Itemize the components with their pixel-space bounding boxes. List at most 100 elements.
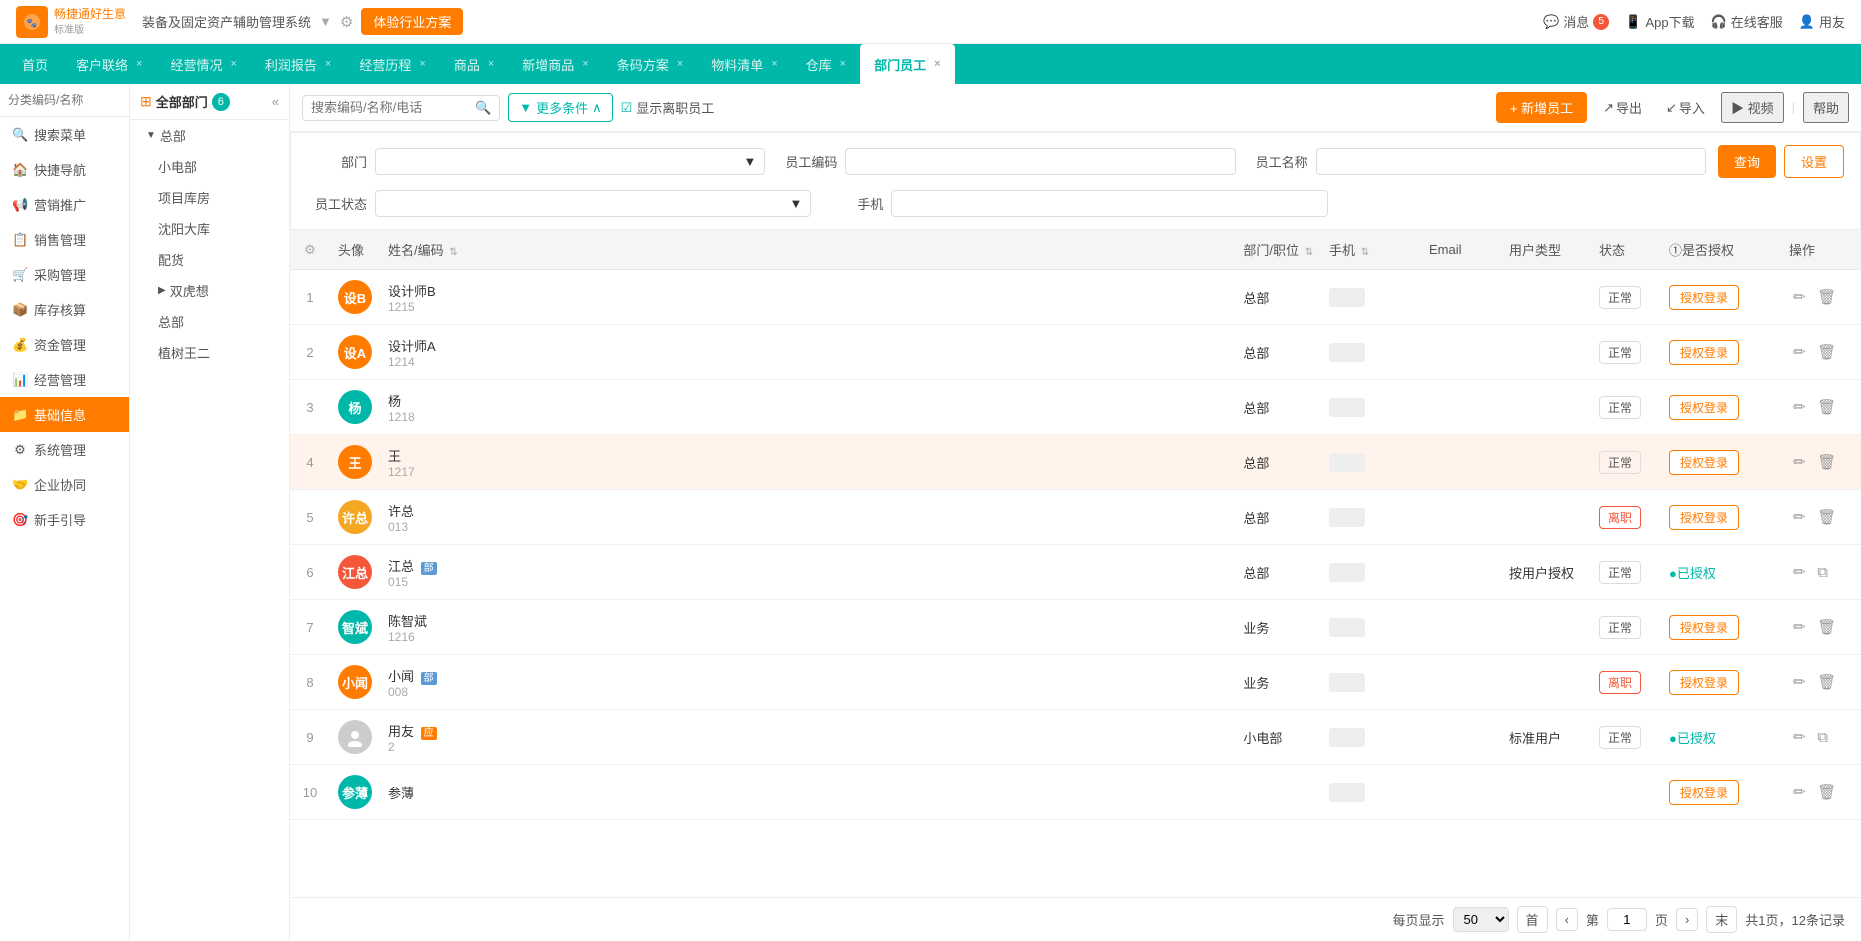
delete-btn[interactable]: 🗑 bbox=[1813, 671, 1840, 693]
edit-btn[interactable]: ✏ bbox=[1789, 616, 1810, 638]
dropdown-icon[interactable]: ▼ bbox=[319, 14, 332, 29]
sidebar-search-input[interactable] bbox=[8, 93, 130, 107]
auth-login-btn[interactable]: 授权登录 bbox=[1669, 505, 1739, 530]
edit-btn[interactable]: ✏ bbox=[1789, 781, 1810, 803]
close-profit-tab[interactable]: × bbox=[325, 58, 331, 70]
delete-btn[interactable]: 🗑 bbox=[1813, 286, 1840, 308]
next-page-btn[interactable]: › bbox=[1676, 908, 1698, 931]
dept-all-label[interactable]: 全部部门 bbox=[156, 92, 208, 111]
auth-login-btn[interactable]: 授权登录 bbox=[1669, 340, 1739, 365]
auth-login-btn[interactable]: 授权登录 bbox=[1669, 780, 1739, 805]
copy-btn[interactable]: ⧉ bbox=[1813, 727, 1832, 748]
last-page-btn[interactable]: 末 bbox=[1706, 906, 1737, 933]
settings-icon[interactable]: ⚙ bbox=[340, 13, 353, 31]
edit-btn[interactable]: ✏ bbox=[1789, 726, 1810, 748]
close-warehouse-tab[interactable]: × bbox=[840, 58, 846, 70]
trial-button[interactable]: 体验行业方案 bbox=[361, 8, 463, 35]
tab-bom[interactable]: 物料清单 × bbox=[697, 44, 791, 84]
sidebar-item-quicknav[interactable]: 🏠快捷导航 bbox=[0, 152, 129, 187]
tab-customer[interactable]: 客户联络 × bbox=[62, 44, 156, 84]
first-page-btn[interactable]: 首 bbox=[1517, 906, 1548, 933]
edit-btn[interactable]: ✏ bbox=[1789, 671, 1810, 693]
auth-login-btn[interactable]: 授权登录 bbox=[1669, 670, 1739, 695]
col-settings[interactable]: ⚙ bbox=[290, 230, 330, 270]
emp-code-input[interactable] bbox=[845, 148, 1235, 175]
close-employees-tab[interactable]: × bbox=[934, 58, 940, 70]
app-download-btn[interactable]: 📱 App下载 bbox=[1625, 12, 1694, 31]
sidebar-item-search[interactable]: 🔍搜索菜单 bbox=[0, 117, 129, 152]
copy-btn[interactable]: ⧉ bbox=[1813, 562, 1832, 583]
query-btn[interactable]: 查询 bbox=[1718, 145, 1776, 178]
dept-item-shenyang[interactable]: 沈阳大库 bbox=[130, 213, 289, 244]
close-barcode-tab[interactable]: × bbox=[677, 58, 683, 70]
edit-btn[interactable]: ✏ bbox=[1789, 561, 1810, 583]
help-btn[interactable]: 帮助 bbox=[1803, 92, 1849, 123]
sidebar-item-system[interactable]: ⚙系统管理 bbox=[0, 432, 129, 467]
delete-btn[interactable]: 🗑 bbox=[1813, 781, 1840, 803]
set-btn[interactable]: 设置 bbox=[1784, 145, 1844, 178]
import-btn[interactable]: ↙ 导入 bbox=[1658, 94, 1713, 121]
page-input[interactable] bbox=[1607, 908, 1647, 931]
sidebar-item-sales[interactable]: 📋销售管理 bbox=[0, 222, 129, 257]
edit-btn[interactable]: ✏ bbox=[1789, 286, 1810, 308]
close-operations-tab[interactable]: × bbox=[230, 58, 236, 70]
sidebar-item-purchase[interactable]: 🛒采购管理 bbox=[0, 257, 129, 292]
export-btn[interactable]: ↗ 导出 bbox=[1595, 94, 1650, 121]
page-size-select[interactable]: 50 100 200 bbox=[1453, 907, 1509, 932]
online-support-btn[interactable]: 🎧 在线客服 bbox=[1711, 12, 1783, 31]
phone-input[interactable] bbox=[891, 190, 1327, 217]
add-employee-btn[interactable]: + 新增员工 bbox=[1496, 92, 1587, 123]
dept-sort-icon[interactable]: ⇅ bbox=[1305, 247, 1313, 258]
delete-btn[interactable]: 🗑 bbox=[1813, 451, 1840, 473]
sidebar-item-inventory[interactable]: 📦库存核算 bbox=[0, 292, 129, 327]
dept-item-general-hq[interactable]: ▼总部 bbox=[130, 120, 289, 151]
auth-login-btn[interactable]: 授权登录 bbox=[1669, 615, 1739, 640]
dept-item-zhishu[interactable]: 植树王二 bbox=[130, 337, 289, 368]
col-dept-header[interactable]: 部门/职位 ⇅ bbox=[1235, 230, 1321, 270]
message-btn[interactable]: 💬 消息 5 bbox=[1543, 12, 1609, 31]
phone-sort-icon[interactable]: ⇅ bbox=[1361, 247, 1369, 258]
edit-btn[interactable]: ✏ bbox=[1789, 506, 1810, 528]
dept-item-project-warehouse[interactable]: 项目库房 bbox=[130, 182, 289, 213]
prev-page-btn[interactable]: ‹ bbox=[1556, 908, 1578, 931]
edit-btn[interactable]: ✏ bbox=[1789, 451, 1810, 473]
close-goods-tab[interactable]: × bbox=[488, 58, 494, 70]
tab-profit[interactable]: 利润报告 × bbox=[251, 44, 345, 84]
edit-btn[interactable]: ✏ bbox=[1789, 341, 1810, 363]
auth-login-btn[interactable]: 授权登录 bbox=[1669, 450, 1739, 475]
more-filter-btn[interactable]: ▼ 更多条件 ∧ bbox=[508, 93, 612, 122]
auth-login-btn[interactable]: 授权登录 bbox=[1669, 285, 1739, 310]
delete-btn[interactable]: 🗑 bbox=[1813, 396, 1840, 418]
close-customer-tab[interactable]: × bbox=[136, 58, 142, 70]
tab-history[interactable]: 经营历程 × bbox=[345, 44, 439, 84]
toolbar-search-icon[interactable]: 🔍 bbox=[475, 100, 491, 116]
dept-item-shuanghu[interactable]: ▶双虎想 bbox=[130, 275, 289, 306]
close-add-goods-tab[interactable]: × bbox=[582, 58, 588, 70]
emp-status-select[interactable]: ▼ bbox=[375, 190, 811, 217]
tab-operations[interactable]: 经营情况 × bbox=[156, 44, 250, 84]
dept-item-distribution[interactable]: 配货 bbox=[130, 244, 289, 275]
sidebar-item-marketing[interactable]: 📢营销推广 bbox=[0, 187, 129, 222]
tab-warehouse[interactable]: 仓库 × bbox=[792, 44, 860, 84]
tab-employees[interactable]: 部门员工 × bbox=[860, 44, 954, 84]
close-bom-tab[interactable]: × bbox=[771, 58, 777, 70]
search-input[interactable] bbox=[311, 100, 471, 115]
dept-select[interactable]: ▼ bbox=[375, 148, 765, 175]
show-resigned-checkbox[interactable]: ☑ 显示离职员工 bbox=[621, 98, 715, 117]
sidebar-item-guide[interactable]: 🎯新手引导 bbox=[0, 502, 129, 537]
delete-btn[interactable]: 🗑 bbox=[1813, 616, 1840, 638]
close-history-tab[interactable]: × bbox=[419, 58, 425, 70]
emp-name-input[interactable] bbox=[1316, 148, 1706, 175]
tab-goods[interactable]: 商品 × bbox=[440, 44, 508, 84]
tab-home[interactable]: 首页 bbox=[8, 44, 62, 84]
dept-collapse-btn[interactable]: « bbox=[272, 94, 279, 109]
name-sort-icon[interactable]: ⇅ bbox=[449, 247, 457, 258]
tab-add-goods[interactable]: 新增商品 × bbox=[508, 44, 602, 84]
col-phone-header[interactable]: 手机 ⇅ bbox=[1321, 230, 1421, 270]
dept-item-hq-sub[interactable]: 总部 bbox=[130, 306, 289, 337]
tab-barcode[interactable]: 条码方案 × bbox=[603, 44, 697, 84]
edit-btn[interactable]: ✏ bbox=[1789, 396, 1810, 418]
sidebar-item-management[interactable]: 📊经营管理 bbox=[0, 362, 129, 397]
user-avatar[interactable]: 👤 用友 bbox=[1799, 12, 1845, 31]
sidebar-item-basic-info[interactable]: 📁基础信息 bbox=[0, 397, 129, 432]
